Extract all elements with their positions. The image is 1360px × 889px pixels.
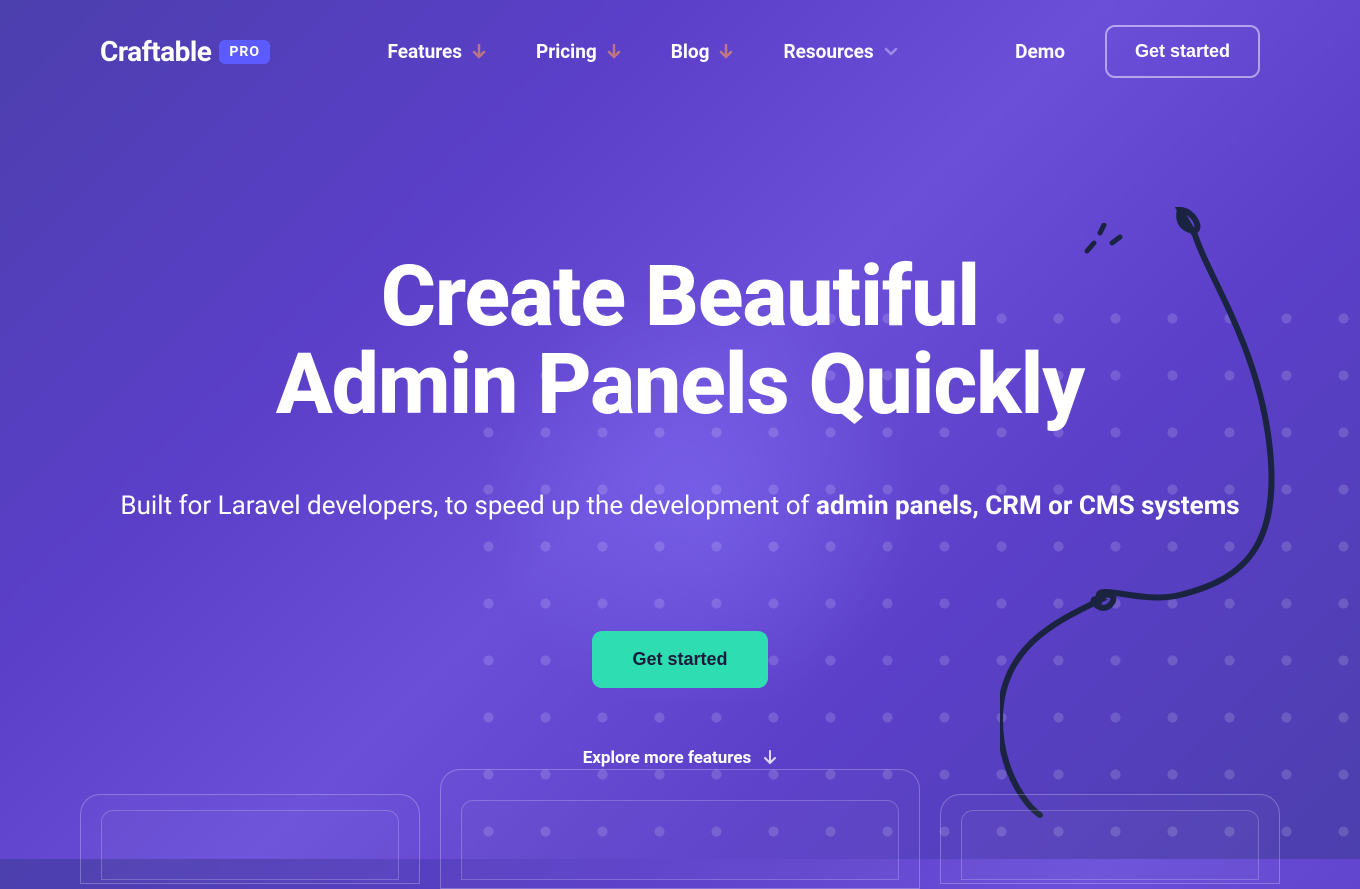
spark-accent-icon [1084, 223, 1124, 259]
nav-features[interactable]: Features [387, 40, 486, 63]
arrow-down-icon [719, 44, 733, 60]
main-nav: Features Pricing Blog Resources [387, 40, 897, 63]
header-actions: Demo Get started [1015, 25, 1260, 78]
hero-subtitle-strong: admin panels, CRM or CMS systems [816, 491, 1240, 521]
hero-subtitle: Built for Laravel developers, to speed u… [0, 491, 1360, 521]
header-get-started-button[interactable]: Get started [1105, 25, 1260, 78]
nav-pricing[interactable]: Pricing [536, 40, 621, 63]
preview-panel-inner [101, 810, 399, 880]
chevron-down-icon [884, 47, 898, 57]
preview-panel-inner [461, 800, 899, 880]
arrow-down-icon [472, 44, 486, 60]
nav-item-label: Pricing [536, 40, 597, 63]
hero-section: Create Beautiful Admin Panels Quickly Bu… [0, 103, 1360, 768]
explore-label: Explore more features [583, 748, 752, 768]
hero-title: Create Beautiful Admin Panels Quickly [276, 253, 1084, 429]
preview-panels [80, 769, 1280, 889]
nav-item-label: Resources [783, 40, 873, 63]
arrow-down-icon [763, 750, 777, 766]
logo[interactable]: Craftable PRO [100, 35, 270, 68]
hero-get-started-button[interactable]: Get started [592, 631, 767, 688]
preview-panel-center [440, 769, 920, 889]
hero-title-line2: Admin Panels Quickly [276, 335, 1084, 434]
logo-pro-badge: PRO [219, 40, 270, 64]
header: Craftable PRO Features Pricing Blog Reso… [0, 0, 1360, 103]
hero-title-line1: Create Beautiful [381, 247, 979, 346]
nav-item-label: Blog [671, 40, 710, 63]
logo-text: Craftable [100, 35, 211, 68]
preview-panel-left [80, 794, 420, 884]
nav-item-label: Features [387, 40, 462, 63]
arrow-down-icon [607, 44, 621, 60]
nav-blog[interactable]: Blog [671, 40, 734, 63]
explore-features-link[interactable]: Explore more features [583, 748, 778, 768]
hero-subtitle-prefix: Built for Laravel developers, to speed u… [120, 491, 816, 521]
preview-panel-right [940, 794, 1280, 884]
preview-panel-inner [961, 810, 1259, 880]
demo-link[interactable]: Demo [1015, 40, 1065, 63]
nav-resources[interactable]: Resources [783, 40, 897, 63]
